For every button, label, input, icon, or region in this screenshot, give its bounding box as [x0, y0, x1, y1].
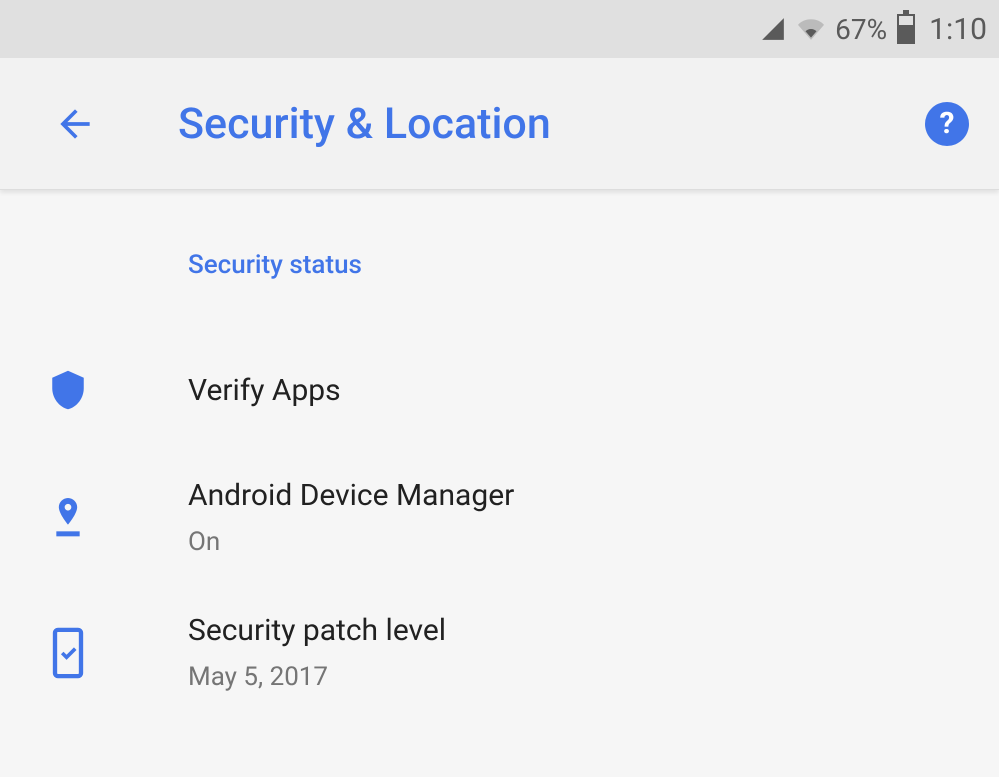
content-area: Security status Verify Apps Android Devi… [0, 190, 999, 720]
list-item-android-device-manager[interactable]: Android Device Manager On [0, 450, 999, 585]
list-item-subtitle: On [188, 527, 514, 557]
help-button[interactable]: ? [925, 102, 969, 146]
section-header-security-status: Security status [0, 250, 999, 280]
status-time: 1:10 [929, 12, 987, 47]
list-item-title: Verify Apps [188, 373, 341, 408]
list-item-text: Verify Apps [188, 373, 341, 408]
battery-icon [897, 14, 915, 44]
wifi-icon [795, 16, 827, 42]
list-item-security-patch-level[interactable]: Security patch level May 5, 2017 [0, 585, 999, 720]
location-pin-icon [38, 488, 98, 548]
battery-percent: 67% [835, 13, 887, 46]
list-item-verify-apps[interactable]: Verify Apps [0, 330, 999, 450]
list-item-subtitle: May 5, 2017 [188, 662, 446, 692]
shield-icon [38, 360, 98, 420]
status-bar: 67% 1:10 [0, 0, 999, 58]
list-item-text: Android Device Manager On [188, 478, 514, 557]
list-item-title: Security patch level [188, 613, 446, 648]
phone-check-icon [38, 623, 98, 683]
app-header: Security & Location ? [0, 58, 999, 190]
back-button[interactable] [50, 99, 100, 149]
cellular-signal-icon [759, 16, 787, 42]
page-title: Security & Location [178, 99, 925, 149]
list-item-text: Security patch level May 5, 2017 [188, 613, 446, 692]
list-item-title: Android Device Manager [188, 478, 514, 513]
